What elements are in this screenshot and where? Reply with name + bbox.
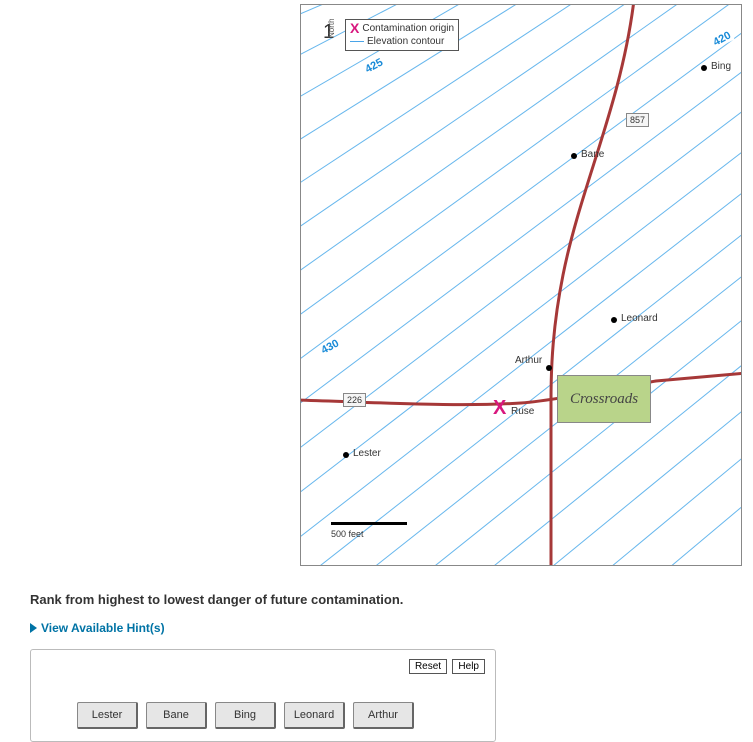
rank-tile-bing[interactable]: Bing	[215, 702, 276, 729]
caret-right-icon	[30, 623, 37, 633]
hint-toggle[interactable]: View Available Hint(s)	[30, 621, 753, 635]
road-label-857: 857	[626, 113, 649, 127]
rank-tile-leonard[interactable]: Leonard	[284, 702, 345, 729]
town-dot-leonard	[611, 317, 617, 323]
rank-tile-lester[interactable]: Lester	[77, 702, 138, 729]
hint-label: View Available Hint(s)	[41, 621, 165, 635]
town-label-bane: Bane	[581, 149, 604, 160]
north-label: North	[327, 18, 336, 38]
scale-line	[331, 522, 407, 525]
town-dot-bane	[571, 153, 577, 159]
road-label-226: 226	[343, 393, 366, 407]
crossroads-box: Crossroads	[557, 375, 651, 423]
help-button[interactable]: Help	[452, 659, 485, 674]
crossroads-label: Crossroads	[570, 391, 638, 408]
question-area: Rank from highest to lowest danger of fu…	[30, 592, 753, 742]
legend: X Contamination origin Elevation contour	[345, 19, 459, 51]
tiles-row: Lester Bane Bing Leonard Arthur	[77, 702, 485, 729]
legend-contour-label: Elevation contour	[367, 35, 444, 48]
contamination-origin-icon: X	[493, 397, 506, 420]
town-dot-bing	[701, 65, 707, 71]
town-label-lester: Lester	[353, 448, 381, 459]
town-label-leonard: Leonard	[621, 313, 658, 324]
prompt-text: Rank from highest to lowest danger of fu…	[30, 592, 753, 607]
legend-line-icon	[350, 41, 364, 42]
map-svg	[301, 5, 741, 565]
rank-tile-arthur[interactable]: Arthur	[353, 702, 414, 729]
scale-bar: 500 feet	[331, 522, 407, 539]
town-label-bing: Bing	[711, 61, 731, 72]
town-dot-arthur	[546, 365, 552, 371]
town-label-ruse: Ruse	[511, 406, 534, 417]
town-dot-lester	[343, 452, 349, 458]
reset-button[interactable]: Reset	[409, 659, 447, 674]
ranking-panel: Reset Help Lester Bane Bing Leonard Arth…	[30, 649, 496, 742]
scale-label: 500 feet	[331, 529, 407, 539]
legend-origin-label: Contamination origin	[362, 22, 454, 35]
legend-x-icon: X	[350, 22, 359, 35]
rank-tile-bane[interactable]: Bane	[146, 702, 207, 729]
topographic-map: 1North X Contamination origin Elevation …	[300, 4, 742, 566]
town-label-arthur: Arthur	[515, 355, 542, 366]
